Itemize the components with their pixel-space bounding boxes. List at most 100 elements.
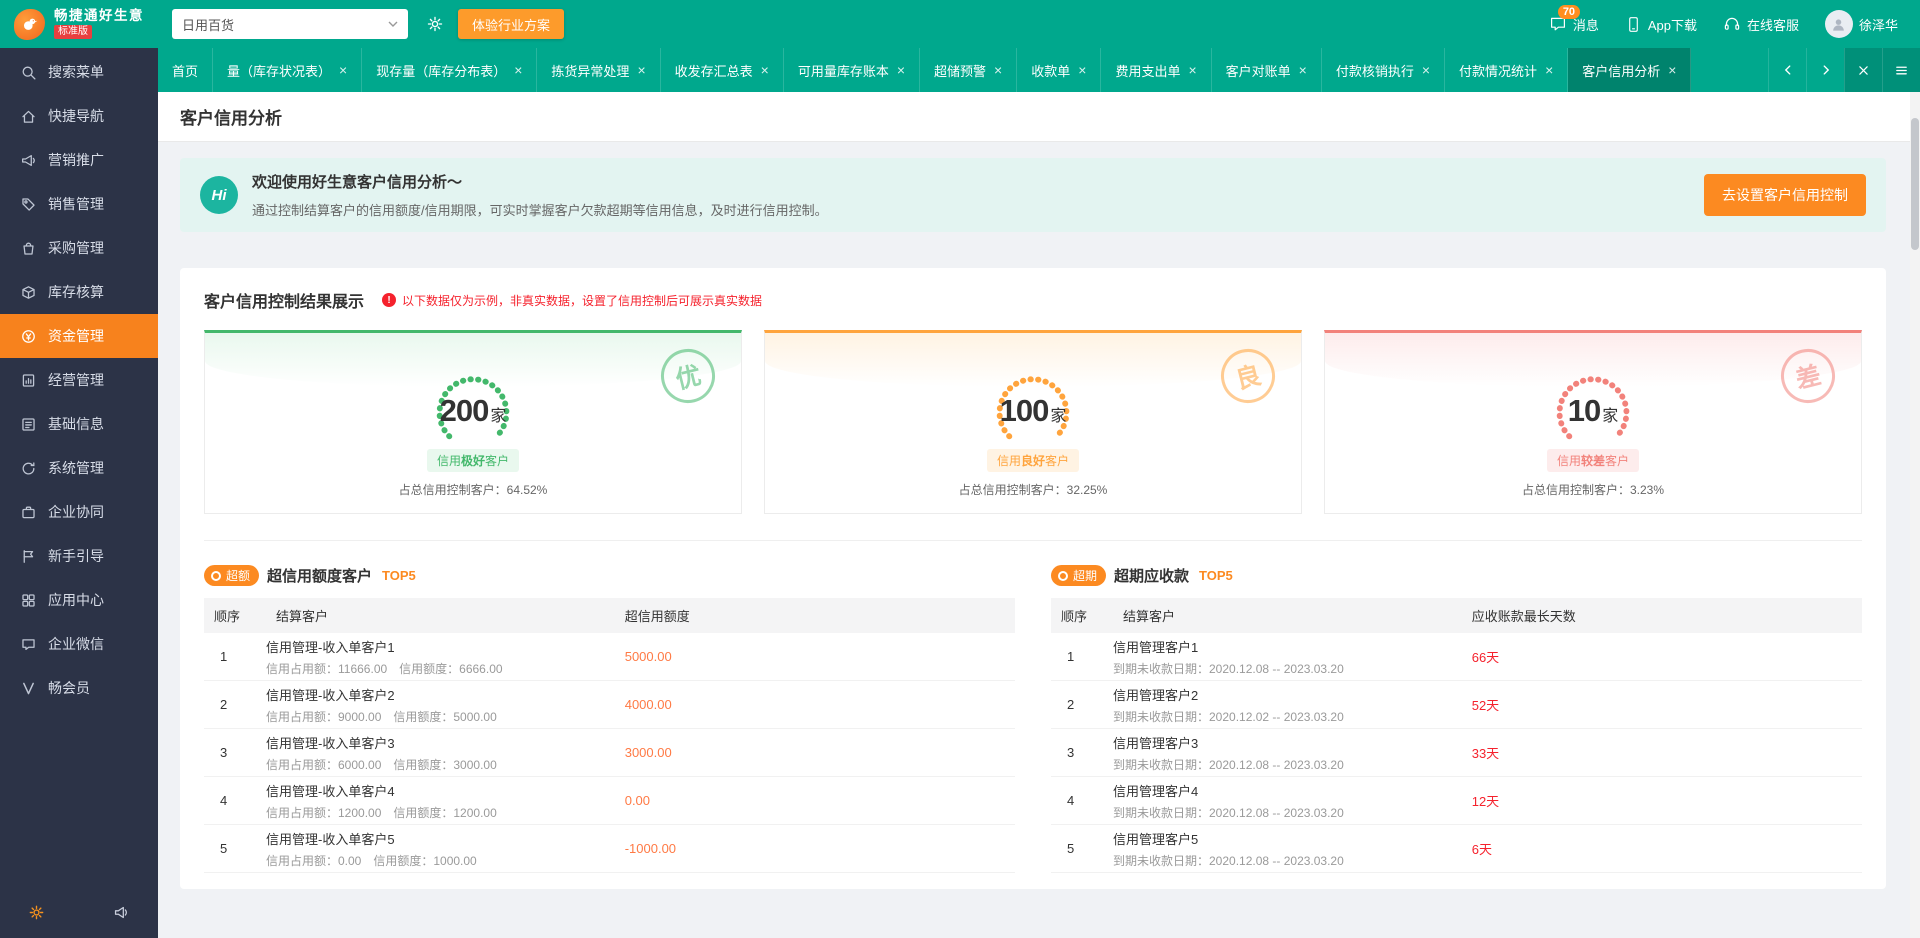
sidebar-item-icon bbox=[20, 108, 37, 125]
tab[interactable]: 量（库存状况表） × bbox=[213, 48, 363, 92]
sidebar-item[interactable]: 经营管理 bbox=[0, 358, 158, 402]
tab[interactable]: 首页 × bbox=[158, 48, 214, 92]
sidebar-item-label: 资金管理 bbox=[48, 328, 104, 344]
chevron-right-icon bbox=[1823, 65, 1829, 75]
overdue-title: 超期应收款 bbox=[1114, 568, 1190, 585]
chevron-down-icon bbox=[388, 21, 398, 27]
sidebar-item[interactable]: 企业微信 bbox=[0, 622, 158, 666]
tab-close-icon[interactable]: × bbox=[1668, 63, 1676, 77]
tab[interactable]: 付款情况统计 × bbox=[1445, 48, 1569, 92]
app-root: 畅捷通好生意 标准版 日用百货 体验行业方案 70 消息 App下载 在线客服 … bbox=[0, 0, 1920, 938]
good-share: 占总信用控制客户：32.25% bbox=[958, 483, 1108, 497]
poor-badge: 信用较差客户 bbox=[1546, 449, 1640, 472]
excellent-badge: 信用极好客户 bbox=[426, 449, 520, 472]
tab[interactable]: 付款核销执行 × bbox=[1322, 48, 1446, 92]
customer-name: 信用管理-收入单客户4 bbox=[266, 783, 395, 799]
tab-close-icon[interactable]: × bbox=[1188, 63, 1196, 77]
tab[interactable]: 收发存汇总表 × bbox=[661, 48, 784, 92]
trial-industry-plan-button[interactable]: 体验行业方案 bbox=[458, 9, 565, 39]
tab-close-icon[interactable]: × bbox=[514, 63, 522, 77]
sidebar-item-icon bbox=[20, 460, 37, 477]
row-index: 2 bbox=[1067, 697, 1075, 712]
tabs-scroll-left-button[interactable] bbox=[1768, 48, 1806, 92]
sample-data-notice: ! 以下数据仅为示例，非真实数据，设置了信用控制后可展示真实数据 bbox=[382, 292, 762, 309]
tab[interactable]: 收款单 × bbox=[1017, 48, 1102, 92]
sidebar-item[interactable]: 采购管理 bbox=[0, 226, 158, 270]
tab-label: 费用支出单 bbox=[1115, 63, 1181, 79]
tab[interactable]: 客户信用分析 × bbox=[1568, 48, 1692, 92]
scrollbar-thumb[interactable] bbox=[1911, 118, 1919, 250]
tab-label: 现存量（库存分布表） bbox=[376, 63, 507, 79]
table-row: 3 信用管理-收入单客户3 信用占用额：6000.00 信用额度：3000.00… bbox=[204, 729, 1015, 777]
sidebar-item-icon bbox=[20, 64, 37, 81]
overdue-badge: 超期 bbox=[1051, 565, 1107, 586]
tab[interactable]: 费用支出单 × bbox=[1101, 48, 1212, 92]
sidebar-item[interactable]: 营销推广 bbox=[0, 138, 158, 182]
app-download-button[interactable]: App下载 bbox=[1625, 15, 1697, 34]
industry-select[interactable]: 日用百货 bbox=[172, 9, 408, 39]
tab[interactable]: 超储预警 × bbox=[920, 48, 1018, 92]
tab-close-icon[interactable]: × bbox=[1299, 63, 1307, 77]
overdue-days: 12天 bbox=[1471, 794, 1500, 809]
tab[interactable]: 客户对账单 × bbox=[1212, 48, 1322, 92]
tab-close-icon[interactable]: × bbox=[1078, 63, 1086, 77]
tab[interactable]: 可用量库存账本 × bbox=[784, 48, 921, 92]
tab-label: 付款情况统计 bbox=[1459, 63, 1538, 79]
online-support-button[interactable]: 在线客服 bbox=[1723, 15, 1799, 34]
sidebar-item-icon bbox=[20, 636, 37, 653]
tab-close-icon[interactable]: × bbox=[761, 63, 769, 77]
tabs-close-all-button[interactable] bbox=[1844, 48, 1882, 92]
overdue-date-range: 到期未收款日期：2020.12.08 -- 2023.03.20 bbox=[1113, 661, 1344, 676]
hi-icon: Hi bbox=[200, 176, 238, 214]
row-index: 2 bbox=[220, 697, 228, 712]
sidebar-item[interactable]: 搜索菜单 bbox=[0, 50, 158, 94]
top5-panels: 超额 超信用额度客户 TOP5 顺序 结算客户 超信用额度 1 信用管理-收入单… bbox=[204, 565, 1862, 873]
tab-label: 客户对账单 bbox=[1225, 63, 1291, 79]
sidebar-item[interactable]: 销售管理 bbox=[0, 182, 158, 226]
sidebar-item[interactable]: 企业协同 bbox=[0, 490, 158, 534]
credit-detail: 信用占用额：1200.00 信用额度：1200.00 bbox=[266, 805, 497, 820]
customer-name: 信用管理-收入单客户5 bbox=[266, 831, 395, 847]
tabs-menu-button[interactable] bbox=[1882, 48, 1920, 92]
sidebar-item[interactable]: 应用中心 bbox=[0, 578, 158, 622]
sidebar-item[interactable]: 系统管理 bbox=[0, 446, 158, 490]
tabs-scroll-right-button[interactable] bbox=[1806, 48, 1844, 92]
tab-close-icon[interactable]: × bbox=[637, 63, 645, 77]
sidebar-item-label: 搜索菜单 bbox=[48, 64, 104, 80]
sidebar-item[interactable]: 快捷导航 bbox=[0, 94, 158, 138]
table-row: 1 信用管理-收入单客户1 信用占用额：11666.00 信用额度：6666.0… bbox=[204, 633, 1015, 681]
tab-close-icon[interactable]: × bbox=[1545, 63, 1553, 77]
sidebar-item[interactable]: 资金管理 bbox=[0, 314, 158, 358]
tab-close-icon[interactable]: × bbox=[339, 63, 347, 77]
settings-gear-icon[interactable] bbox=[28, 904, 45, 926]
credit-detail: 信用占用额：0.00 信用额度：1000.00 bbox=[266, 853, 477, 868]
sidebar-item[interactable]: 新手引导 bbox=[0, 534, 158, 578]
sidebar-item-icon bbox=[20, 240, 37, 257]
tab-close-icon[interactable]: × bbox=[897, 63, 905, 77]
sidebar-item-label: 畅会员 bbox=[48, 680, 90, 696]
sidebar-item-icon bbox=[20, 416, 37, 433]
sidebar-item-icon bbox=[20, 504, 37, 521]
sidebar-item-icon bbox=[20, 152, 37, 169]
sidebar-item[interactable]: 畅会员 bbox=[0, 666, 158, 710]
tab[interactable]: 拣货异常处理 × bbox=[537, 48, 661, 92]
banner-title: 欢迎使用好生意客户信用分析～ bbox=[252, 174, 463, 191]
vertical-scrollbar[interactable] bbox=[1910, 92, 1920, 938]
user-menu[interactable]: 徐泽华 bbox=[1824, 10, 1898, 38]
menu-icon bbox=[1896, 66, 1907, 74]
sidebar-item[interactable]: 库存核算 bbox=[0, 270, 158, 314]
sidebar-item[interactable]: 基础信息 bbox=[0, 402, 158, 446]
tab[interactable]: 现存量（库存分布表） × bbox=[362, 48, 538, 92]
poor-count: 10 bbox=[1567, 393, 1601, 428]
open-tabs: 首页 × 量（库存状况表） × 现存量（库存分布表） × bbox=[158, 48, 1768, 92]
customer-name: 信用管理客户1 bbox=[1113, 639, 1199, 655]
overdue-receivables-panel: 超期 超期应收款 TOP5 顺序 结算客户 应收账款最长天数 1 信用管理客户1… bbox=[1051, 565, 1862, 873]
settings-gear-icon[interactable] bbox=[426, 15, 444, 33]
sidebar-item-label: 新手引导 bbox=[48, 548, 104, 564]
messages-button[interactable]: 70 消息 bbox=[1549, 4, 1599, 34]
top-right-actions: 70 消息 App下载 在线客服 徐泽华 bbox=[1549, 4, 1898, 38]
tab-close-icon[interactable]: × bbox=[1422, 63, 1430, 77]
setup-credit-control-button[interactable]: 去设置客户信用控制 bbox=[1704, 174, 1866, 216]
tab-close-icon[interactable]: × bbox=[994, 63, 1002, 77]
announcement-horn-icon[interactable] bbox=[113, 904, 130, 926]
